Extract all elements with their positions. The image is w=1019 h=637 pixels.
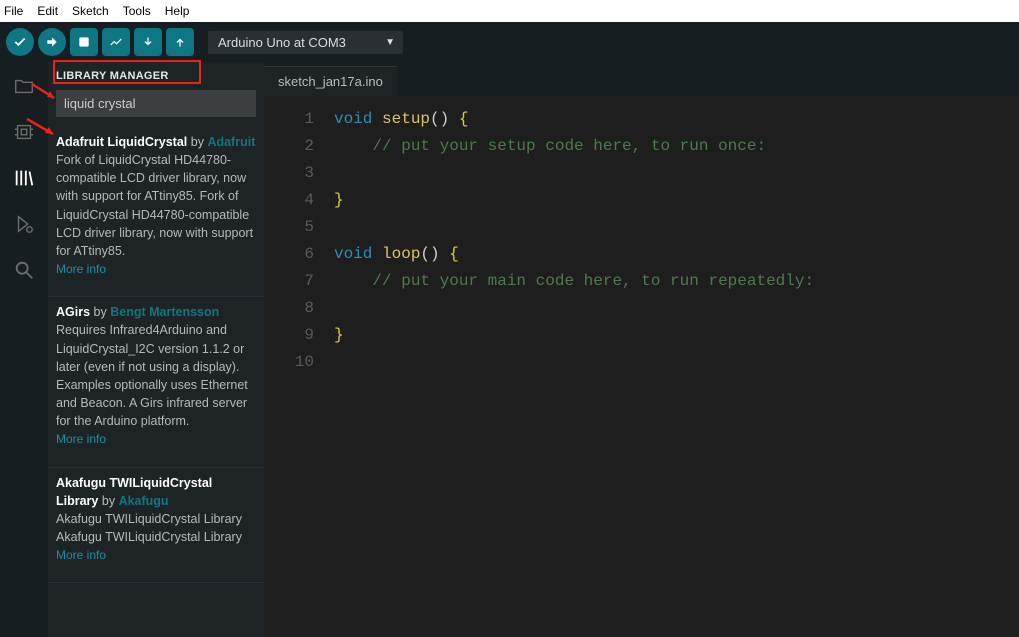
- board-manager-icon[interactable]: [12, 120, 36, 144]
- lib-desc: Fork of LiquidCrystal HD44780-compatible…: [56, 151, 256, 260]
- activity-bar: [0, 62, 48, 637]
- folder-icon[interactable]: [12, 74, 36, 98]
- menu-sketch[interactable]: Sketch: [72, 4, 109, 18]
- menu-tools[interactable]: Tools: [123, 4, 151, 18]
- lib-desc: Requires Infrared4Arduino and LiquidCrys…: [56, 321, 256, 430]
- by-label: by: [102, 494, 115, 508]
- lib-author: Akafugu: [119, 494, 169, 508]
- lib-author: Adafruit: [207, 135, 255, 149]
- chevron-down-icon: ▼: [385, 37, 395, 48]
- menu-file[interactable]: File: [4, 4, 23, 18]
- editor-tab[interactable]: sketch_jan17a.ino: [264, 66, 397, 96]
- board-label: Arduino Uno at COM3: [218, 35, 346, 50]
- library-item[interactable]: AGirs by Bengt Martensson Requires Infra…: [48, 297, 264, 467]
- debug-icon[interactable]: [12, 212, 36, 236]
- serial-plotter-button[interactable]: [102, 28, 130, 56]
- library-search: [56, 90, 256, 117]
- line-gutter: 12345678910: [264, 106, 334, 637]
- verify-button[interactable]: [6, 28, 34, 56]
- editor-tabs: sketch_jan17a.ino: [264, 62, 1019, 96]
- menu-bar: File Edit Sketch Tools Help: [0, 0, 1019, 22]
- menu-help[interactable]: Help: [165, 4, 190, 18]
- menu-edit[interactable]: Edit: [37, 4, 58, 18]
- lib-name: AGirs: [56, 305, 90, 319]
- more-info-link[interactable]: More info: [56, 432, 106, 446]
- library-item[interactable]: Adafruit LiquidCrystal by Adafruit Fork …: [48, 127, 264, 297]
- lib-name: Adafruit LiquidCrystal: [56, 135, 187, 149]
- library-manager-panel: LIBRARY MANAGER Adafruit LiquidCrystal b…: [48, 62, 264, 637]
- search-icon[interactable]: [12, 258, 36, 282]
- board-selector[interactable]: Arduino Uno at COM3 ▼: [208, 31, 403, 54]
- debug-button[interactable]: [70, 28, 98, 56]
- lib-author: Bengt Martensson: [110, 305, 219, 319]
- code-source[interactable]: void setup() { // put your setup code he…: [334, 106, 1019, 637]
- toolbar: Arduino Uno at COM3 ▼: [0, 22, 1019, 62]
- upload-button[interactable]: [38, 28, 66, 56]
- editor-area: sketch_jan17a.ino 12345678910 void setup…: [264, 62, 1019, 637]
- code-editor[interactable]: 12345678910 void setup() { // put your s…: [264, 96, 1019, 637]
- serial-monitor-button[interactable]: [134, 28, 162, 56]
- library-item[interactable]: Akafugu TWILiquidCrystal Library by Akaf…: [48, 468, 264, 584]
- lib-desc: Akafugu TWILiquidCrystal Library Akafugu…: [56, 510, 256, 546]
- by-label: by: [94, 305, 107, 319]
- by-label: by: [191, 135, 204, 149]
- more-info-link[interactable]: More info: [56, 262, 106, 276]
- panel-title: LIBRARY MANAGER: [48, 62, 264, 90]
- more-info-link[interactable]: More info: [56, 548, 106, 562]
- library-search-input[interactable]: [56, 90, 256, 117]
- library-manager-icon[interactable]: [12, 166, 36, 190]
- extra-button[interactable]: [166, 28, 194, 56]
